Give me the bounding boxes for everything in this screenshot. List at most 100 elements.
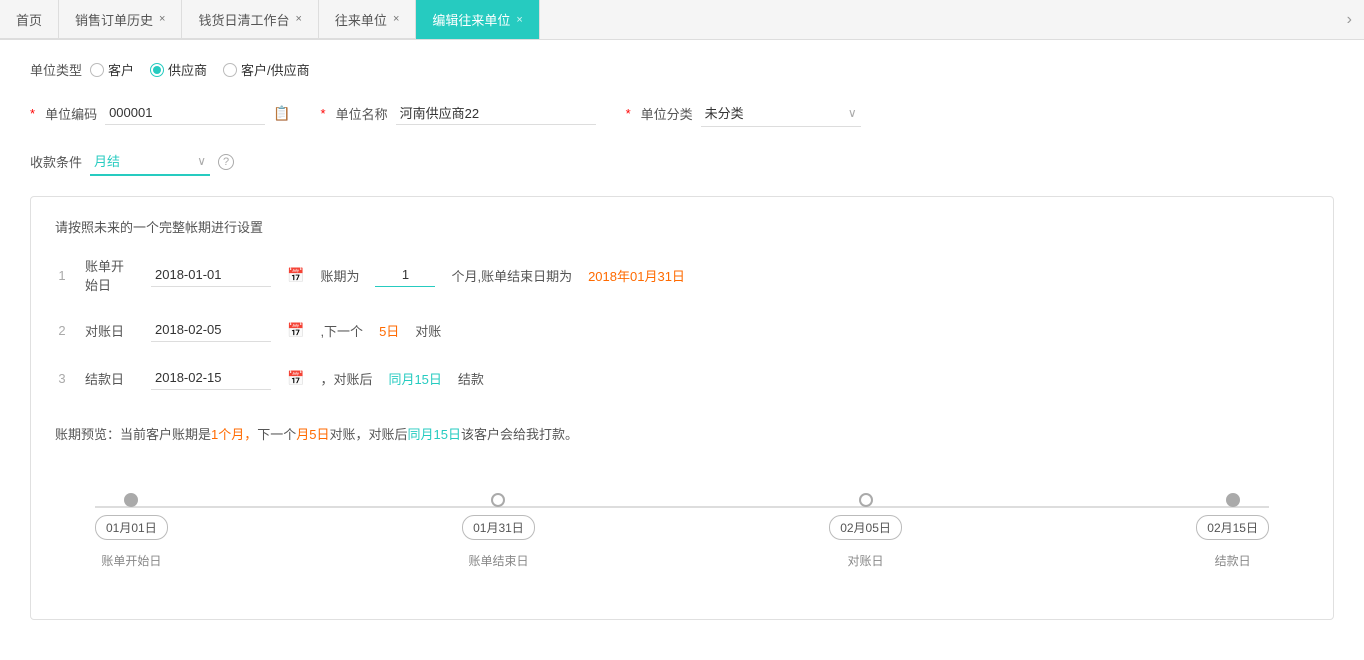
close-partner-icon[interactable]: ×: [393, 13, 399, 25]
unit-type-label: 单位类型: [30, 60, 82, 79]
unit-code-calendar-icon[interactable]: 📋: [273, 105, 290, 122]
tab-more-button[interactable]: ›: [1335, 0, 1364, 39]
timeline-circle-1: [491, 493, 505, 507]
timeline-badge-2: 02月05日: [829, 515, 902, 540]
tab-edit-partner-label: 编辑往来单位: [432, 10, 510, 29]
payment-condition-select[interactable]: 月结 ∨: [90, 147, 210, 176]
timeline-node-3: 02月15日 结款日: [1196, 493, 1269, 569]
timeline-badge-3: 02月15日: [1196, 515, 1269, 540]
row-2-calendar-icon[interactable]: 📅: [287, 322, 304, 339]
unit-category-value: 未分类: [705, 103, 844, 122]
unit-category-label: 单位分类: [641, 104, 693, 123]
row-3-label: 结款日: [85, 369, 135, 388]
unit-category-star: *: [626, 106, 631, 121]
row-2-desc-prefix: ,下一个: [320, 321, 363, 340]
tab-edit-partner[interactable]: 编辑往来单位 ×: [416, 0, 539, 39]
unit-code-input[interactable]: [105, 101, 265, 125]
tab-home[interactable]: 首页: [0, 0, 59, 39]
settings-title: 请按照未来的一个完整帐期进行设置: [55, 217, 1309, 236]
preview-pay-highlight: 同月15日: [408, 427, 461, 442]
unit-name-field: * 单位名称: [321, 101, 596, 125]
radio-customer[interactable]: 客户: [90, 60, 134, 79]
preview-day-highlight: 月5日: [296, 427, 329, 442]
tab-cash-work[interactable]: 钱货日清工作台 ×: [182, 0, 318, 39]
preview-period: 1个月，: [211, 427, 257, 442]
timeline-circle-0: [124, 493, 138, 507]
settings-box: 请按照未来的一个完整帐期进行设置 1 账单开始日 📅 账期为 个月,账单结束日期…: [30, 196, 1334, 620]
payment-condition-row: 收款条件 月结 ∨ ?: [30, 147, 1334, 176]
payment-condition-chevron-icon: ∨: [197, 154, 206, 168]
unit-category-select[interactable]: 未分类 ∨: [701, 99, 861, 127]
tab-partner-label: 往来单位: [335, 10, 387, 29]
preview-prefix: 账期预览：当前客户账期是: [55, 427, 211, 442]
payment-help-icon[interactable]: ?: [218, 154, 234, 170]
row-3-desc-prefix: ，对账后: [320, 369, 372, 388]
unit-type-field: 单位类型 客户 供应商 客户/供应商: [30, 60, 310, 79]
row-2-label: 对账日: [85, 321, 135, 340]
timeline-label-3: 结款日: [1215, 552, 1251, 569]
unit-type-radio-group: 客户 供应商 客户/供应商: [90, 60, 310, 79]
timeline-node-1: 01月31日 账单结束日: [462, 493, 535, 569]
code-name-category-row: * 单位编码 📋 * 单位名称 * 单位分类 未分类 ∨: [30, 99, 1334, 127]
row-1-period-unit: 个月,账单结束日期为: [451, 266, 572, 285]
setting-row-2: 2 对账日 📅 ,下一个5日对账: [55, 318, 1309, 342]
row-1-date-input[interactable]: [151, 263, 271, 287]
payment-condition-label: 收款条件: [30, 152, 82, 171]
preview-after: 对账，对账后: [330, 427, 408, 442]
close-sales-history-icon[interactable]: ×: [159, 13, 165, 25]
row-1-period-input[interactable]: [375, 263, 435, 287]
row-3-date-input[interactable]: [151, 366, 271, 390]
timeline-node-2: 02月05日 对账日: [829, 493, 902, 569]
timeline-badge-1: 01月31日: [462, 515, 535, 540]
row-3-desc-suffix: 结款: [458, 369, 484, 388]
unit-category-chevron-icon: ∨: [848, 106, 857, 120]
row-2-desc-highlight: 5日: [379, 321, 399, 340]
row-3-calendar-icon[interactable]: 📅: [287, 370, 304, 387]
timeline-label-0: 账单开始日: [101, 552, 161, 569]
tab-bar: 首页 销售订单历史 × 钱货日清工作台 × 往来单位 × 编辑往来单位 × ›: [0, 0, 1364, 40]
close-edit-partner-icon[interactable]: ×: [516, 14, 522, 26]
preview-text: 账期预览：当前客户账期是1个月，下一个月5日对账，对账后同月15日该客户会给我打…: [55, 414, 1309, 443]
radio-both[interactable]: 客户/供应商: [223, 60, 310, 79]
timeline: 01月01日 账单开始日 01月31日 账单结束日 02月05日 对账日 02月…: [55, 473, 1309, 599]
row-1-period-label: 账期为: [320, 266, 359, 285]
tab-home-label: 首页: [16, 10, 42, 29]
row-1-calendar-icon[interactable]: 📅: [287, 267, 304, 284]
unit-code-label: 单位编码: [45, 104, 97, 123]
timeline-badge-0: 01月01日: [95, 515, 168, 540]
timeline-label-2: 对账日: [848, 552, 884, 569]
tab-cash-work-label: 钱货日清工作台: [198, 10, 289, 29]
radio-supplier[interactable]: 供应商: [150, 60, 207, 79]
row-3-desc-highlight: 同月15日: [388, 369, 441, 388]
tab-sales-history[interactable]: 销售订单历史 ×: [59, 0, 182, 39]
unit-category-field: * 单位分类 未分类 ∨: [626, 99, 861, 127]
timeline-nodes: 01月01日 账单开始日 01月31日 账单结束日 02月05日 对账日 02月…: [95, 493, 1269, 569]
radio-customer-label: 客户: [108, 60, 134, 79]
unit-code-field: * 单位编码 📋: [30, 101, 291, 125]
row-1-number: 1: [55, 268, 69, 283]
radio-supplier-label: 供应商: [168, 60, 207, 79]
radio-customer-circle: [90, 63, 104, 77]
timeline-circle-2: [859, 493, 873, 507]
unit-type-row: 单位类型 客户 供应商 客户/供应商: [30, 60, 1334, 79]
row-1-end-date: 2018年01月31日: [588, 266, 685, 285]
preview-suffix: 该客户会给我打款。: [461, 427, 578, 442]
preview-mid: 下一个: [257, 427, 296, 442]
setting-row-1: 1 账单开始日 📅 账期为 个月,账单结束日期为 2018年01月31日: [55, 256, 1309, 294]
radio-supplier-circle: [150, 63, 164, 77]
payment-condition-value: 月结: [94, 151, 193, 170]
timeline-label-1: 账单结束日: [468, 552, 528, 569]
row-2-date-input[interactable]: [151, 318, 271, 342]
unit-name-input[interactable]: [396, 101, 596, 125]
setting-row-3: 3 结款日 📅 ，对账后同月15日结款: [55, 366, 1309, 390]
radio-both-label: 客户/供应商: [241, 60, 310, 79]
radio-both-circle: [223, 63, 237, 77]
timeline-node-0: 01月01日 账单开始日: [95, 493, 168, 569]
unit-code-star: *: [30, 106, 35, 121]
row-1-label: 账单开始日: [85, 256, 135, 294]
close-cash-work-icon[interactable]: ×: [295, 13, 301, 25]
row-2-desc-suffix: 对账: [415, 321, 441, 340]
tab-partner[interactable]: 往来单位 ×: [319, 0, 416, 39]
unit-name-label: 单位名称: [336, 104, 388, 123]
unit-name-star: *: [321, 106, 326, 121]
